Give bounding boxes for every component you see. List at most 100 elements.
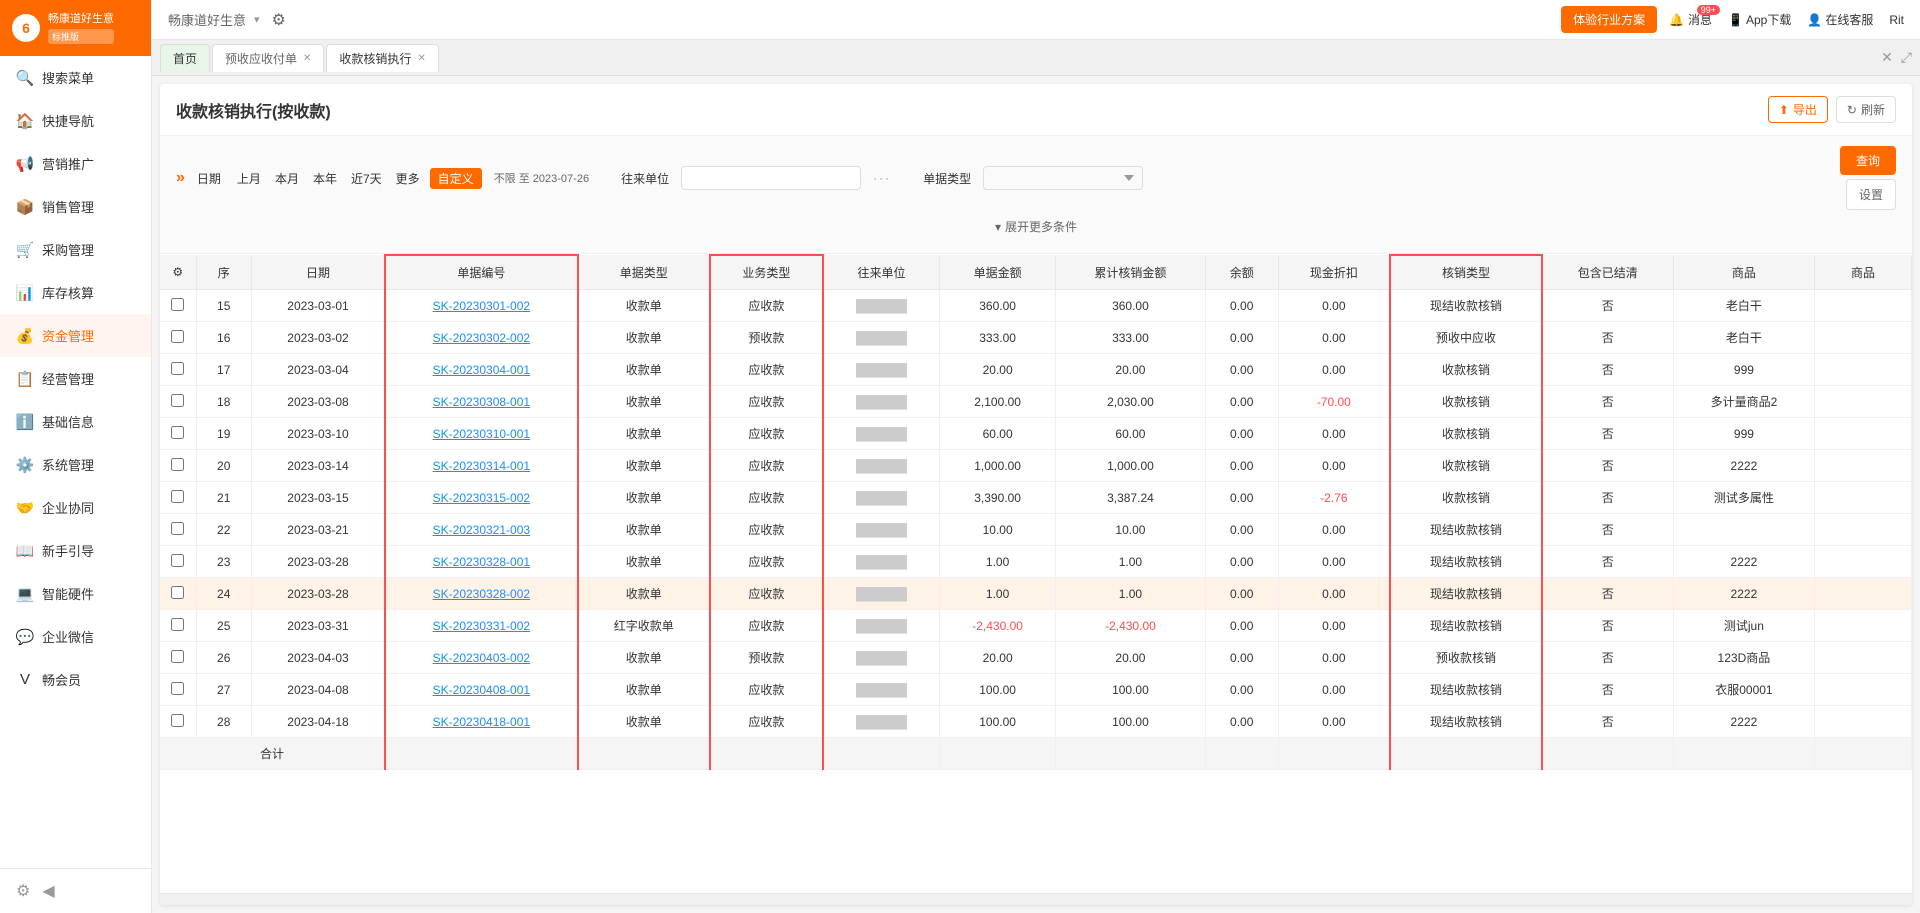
sidebar-item-quicknav[interactable]: 🏠快捷导航 — [0, 99, 151, 142]
sidebar-item-hardware[interactable]: 💻智能硬件 — [0, 572, 151, 615]
sidebar-item-marketing[interactable]: 📢营销推广 — [0, 142, 151, 185]
td-checkbox[interactable] — [160, 578, 196, 610]
footer-amount — [940, 738, 1056, 770]
tab-close-all-icon[interactable]: ✕ — [1881, 49, 1893, 66]
td-goods2 — [1815, 546, 1912, 578]
sidebar-item-system[interactable]: ⚙️系统管理 — [0, 443, 151, 486]
table-row[interactable]: 28 2023-04-18 SK-20230418-001 收款单 应收款 ██… — [160, 706, 1912, 738]
voucher-no-link[interactable]: SK-20230328-002 — [433, 587, 530, 601]
td-goods2 — [1815, 354, 1912, 386]
td-checkbox[interactable] — [160, 706, 196, 738]
table-row[interactable]: 15 2023-03-01 SK-20230301-002 收款单 应收款 ██… — [160, 290, 1912, 322]
dropdown-icon[interactable]: ▾ — [254, 13, 260, 26]
table-row[interactable]: 25 2023-03-31 SK-20230331-002 红字收款单 应收款 … — [160, 610, 1912, 642]
industry-solution-button[interactable]: 体验行业方案 — [1561, 6, 1657, 33]
filter-custom[interactable]: 自定义 — [430, 168, 482, 189]
table-row[interactable]: 22 2023-03-21 SK-20230321-003 收款单 应收款 ██… — [160, 514, 1912, 546]
td-checkbox[interactable] — [160, 482, 196, 514]
filter-expand-arrow[interactable]: » — [176, 169, 185, 187]
sidebar-item-operation[interactable]: 📋经营管理 — [0, 357, 151, 400]
th-partner: 往来单位 — [823, 255, 940, 290]
sidebar-item-sales[interactable]: 📦销售管理 — [0, 185, 151, 228]
online-service-button[interactable]: 👤 在线客服 — [1807, 11, 1873, 28]
sidebar-item-inventory[interactable]: 📊库存核算 — [0, 271, 151, 314]
filter-actions: 查询 设置 — [1840, 146, 1896, 210]
filter-dots[interactable]: ··· — [873, 171, 891, 185]
filter-7days[interactable]: 近7天 — [347, 168, 386, 189]
table-scrollbar[interactable] — [160, 893, 1912, 905]
table-row[interactable]: 21 2023-03-15 SK-20230315-002 收款单 应收款 ██… — [160, 482, 1912, 514]
td-checkbox[interactable] — [160, 290, 196, 322]
tab-home[interactable]: 首页 — [160, 44, 210, 72]
table-row[interactable]: 26 2023-04-03 SK-20230403-002 收款单 预收款 ██… — [160, 642, 1912, 674]
td-checkbox[interactable] — [160, 546, 196, 578]
tab-collection-close[interactable]: ✕ — [417, 53, 425, 64]
filter-voucher-type-select[interactable] — [983, 166, 1143, 190]
td-checkbox[interactable] — [160, 674, 196, 706]
tab-expand-icon[interactable]: ⤢ — [1901, 49, 1912, 66]
voucher-no-link[interactable]: SK-20230315-002 — [433, 491, 530, 505]
sidebar-item-purchase[interactable]: 🛒采购管理 — [0, 228, 151, 271]
sidebar-item-label: 采购管理 — [42, 240, 94, 259]
voucher-no-link[interactable]: SK-20230310-001 — [433, 427, 530, 441]
td-checkbox[interactable] — [160, 610, 196, 642]
collapse-icon[interactable]: ◀ — [42, 881, 54, 901]
filter-last-month[interactable]: 上月 — [233, 168, 265, 189]
filter-partner-input[interactable] — [681, 166, 861, 190]
refresh-button[interactable]: ↻ 刷新 — [1836, 96, 1896, 123]
query-button[interactable]: 查询 — [1840, 146, 1896, 175]
th-gear[interactable]: ⚙ — [160, 255, 196, 290]
voucher-no-link[interactable]: SK-20230408-001 — [433, 683, 530, 697]
voucher-no-link[interactable]: SK-20230403-002 — [433, 651, 530, 665]
table-row[interactable]: 19 2023-03-10 SK-20230310-001 收款单 应收款 ██… — [160, 418, 1912, 450]
table-row[interactable]: 24 2023-03-28 SK-20230328-002 收款单 应收款 ██… — [160, 578, 1912, 610]
table-row[interactable]: 20 2023-03-14 SK-20230314-001 收款单 应收款 ██… — [160, 450, 1912, 482]
voucher-no-link[interactable]: SK-20230314-001 — [433, 459, 530, 473]
filter-this-month[interactable]: 本月 — [271, 168, 303, 189]
td-checkbox[interactable] — [160, 450, 196, 482]
sidebar-item-member[interactable]: V畅会员 — [0, 658, 151, 701]
filter-this-year[interactable]: 本年 — [309, 168, 341, 189]
td-date: 2023-04-08 — [251, 674, 385, 706]
voucher-no-link[interactable]: SK-20230302-002 — [433, 331, 530, 345]
td-date: 2023-03-21 — [251, 514, 385, 546]
td-checkbox[interactable] — [160, 354, 196, 386]
tab-prepay-close[interactable]: ✕ — [303, 53, 311, 64]
settings-icon[interactable]: ⚙ — [16, 881, 30, 901]
voucher-no-link[interactable]: SK-20230308-001 — [433, 395, 530, 409]
td-checkbox[interactable] — [160, 514, 196, 546]
tab-prepay[interactable]: 预收应收付单 ✕ — [212, 44, 324, 72]
message-button[interactable]: 🔔 消息 99+ — [1669, 11, 1712, 28]
td-checkbox[interactable] — [160, 642, 196, 674]
table-row[interactable]: 23 2023-03-28 SK-20230328-001 收款单 应收款 ██… — [160, 546, 1912, 578]
td-voucher-no: SK-20230310-001 — [385, 418, 578, 450]
voucher-no-link[interactable]: SK-20230418-001 — [433, 715, 530, 729]
td-checkbox[interactable] — [160, 322, 196, 354]
sidebar-item-basic[interactable]: ℹ️基础信息 — [0, 400, 151, 443]
voucher-no-link[interactable]: SK-20230328-001 — [433, 555, 530, 569]
voucher-no-link[interactable]: SK-20230304-001 — [433, 363, 530, 377]
td-discount: 0.00 — [1278, 578, 1390, 610]
table-row[interactable]: 16 2023-03-02 SK-20230302-002 收款单 预收款 ██… — [160, 322, 1912, 354]
expand-conditions-button[interactable]: ▾ 展开更多条件 — [995, 214, 1077, 239]
topbar-gear-icon[interactable]: ⚙ — [272, 10, 286, 30]
table-row[interactable]: 18 2023-03-08 SK-20230308-001 收款单 应收款 ██… — [160, 386, 1912, 418]
sidebar-item-finance[interactable]: 💰资金管理 — [0, 314, 151, 357]
settings-button[interactable]: 设置 — [1846, 179, 1896, 210]
table-row[interactable]: 17 2023-03-04 SK-20230304-001 收款单 应收款 ██… — [160, 354, 1912, 386]
sidebar-item-search[interactable]: 🔍搜索菜单 — [0, 56, 151, 99]
sidebar-item-enterprise[interactable]: 🤝企业协同 — [0, 486, 151, 529]
td-biz-type: 应收款 — [710, 386, 823, 418]
export-button[interactable]: ⬆ 导出 — [1768, 96, 1828, 123]
voucher-no-link[interactable]: SK-20230331-002 — [433, 619, 530, 633]
td-checkbox[interactable] — [160, 386, 196, 418]
sidebar-item-wechat[interactable]: 💬企业微信 — [0, 615, 151, 658]
sidebar-item-guide[interactable]: 📖新手引导 — [0, 529, 151, 572]
filter-more[interactable]: 更多 — [392, 168, 424, 189]
td-checkbox[interactable] — [160, 418, 196, 450]
voucher-no-link[interactable]: SK-20230321-003 — [433, 523, 530, 537]
app-download-button[interactable]: 📱 App下载 — [1728, 11, 1791, 28]
tab-collection[interactable]: 收款核销执行 ✕ — [326, 44, 438, 72]
table-row[interactable]: 27 2023-04-08 SK-20230408-001 收款单 应收款 ██… — [160, 674, 1912, 706]
voucher-no-link[interactable]: SK-20230301-002 — [433, 299, 530, 313]
